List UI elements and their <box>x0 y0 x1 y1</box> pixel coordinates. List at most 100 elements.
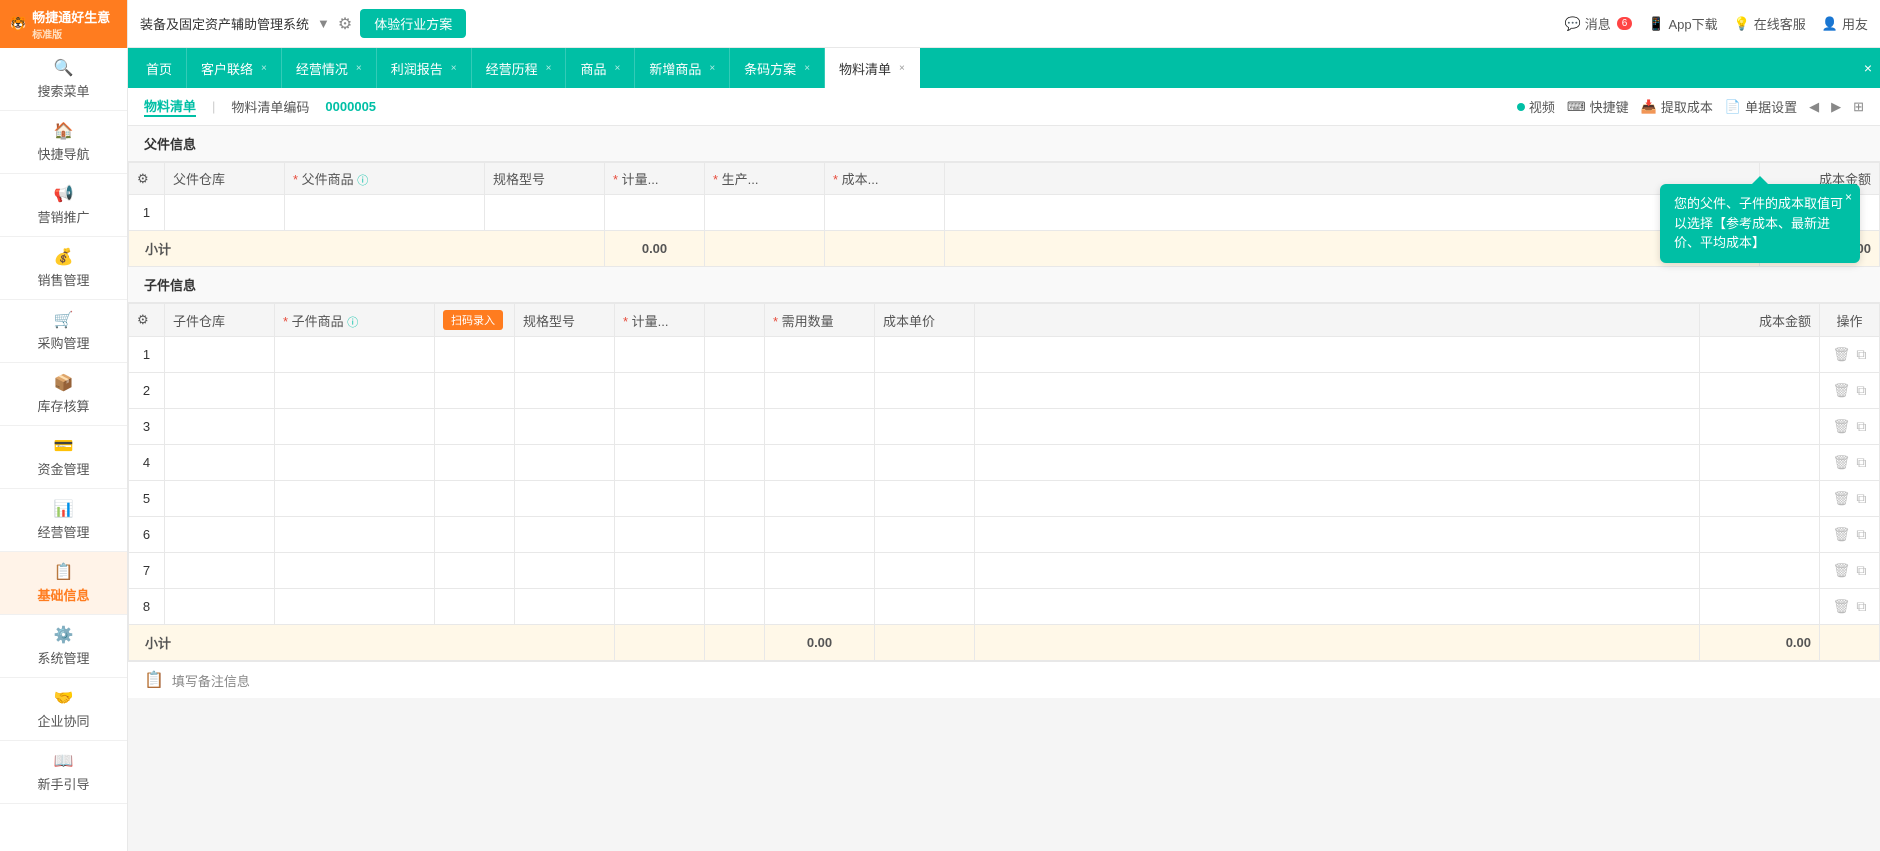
tab-goods-close[interactable]: × <box>614 63 620 74</box>
sidebar-item-sales[interactable]: 💰 销售管理 <box>0 237 127 300</box>
child-cell-qty-7[interactable] <box>615 553 705 589</box>
child-cell-spec-5[interactable] <box>515 481 615 517</box>
tab-bom[interactable]: 物料清单 × <box>825 48 920 88</box>
sidebar-item-base[interactable]: 📋 基础信息 <box>0 552 127 615</box>
child-cell-needed-3[interactable] <box>765 409 875 445</box>
child-cell-qty-3[interactable] <box>615 409 705 445</box>
sidebar-item-search[interactable]: 🔍 搜索菜单 <box>0 48 127 111</box>
sidebar-item-inventory[interactable]: 📦 库存核算 <box>0 363 127 426</box>
tab-history-close[interactable]: × <box>546 63 552 74</box>
child-cell-warehouse-7[interactable] <box>165 553 275 589</box>
tab-new-goods-close[interactable]: × <box>709 63 715 74</box>
tab-goods[interactable]: 商品 × <box>566 48 635 88</box>
tab-barcode-close[interactable]: × <box>804 63 810 74</box>
online-service-btn[interactable]: 💡 在线客服 <box>1734 14 1806 33</box>
breadcrumb-tab1[interactable]: 物料清单 <box>144 96 196 117</box>
delete-icon-4[interactable]: 🗑 <box>1833 454 1851 471</box>
copy-icon-2[interactable]: ⧉ <box>1856 382 1866 399</box>
child-cell-product-8[interactable] <box>275 589 435 625</box>
parent-cell-warehouse-1[interactable] <box>165 195 285 231</box>
child-cell-warehouse-8[interactable] <box>165 589 275 625</box>
child-cell-qty-6[interactable] <box>615 517 705 553</box>
child-cell-unitcost-5[interactable] <box>875 481 975 517</box>
breadcrumb-tab2[interactable]: 物料清单编码 <box>231 97 309 116</box>
child-cell-needed-2[interactable] <box>765 373 875 409</box>
prev-icon[interactable]: ◀ <box>1809 99 1819 115</box>
page-close-btn[interactable]: × <box>1856 60 1880 76</box>
parent-col-settings[interactable]: ⚙ <box>129 163 165 195</box>
cost-btn[interactable]: 📥 提取成本 <box>1641 97 1713 116</box>
sidebar-item-finance[interactable]: 💳 资金管理 <box>0 426 127 489</box>
next-icon[interactable]: ▶ <box>1831 99 1841 115</box>
copy-icon-6[interactable]: ⧉ <box>1856 526 1866 543</box>
copy-icon-4[interactable]: ⧉ <box>1856 454 1866 471</box>
settings-icon[interactable]: ⚙ <box>338 14 352 34</box>
parent-cell-cost-1[interactable] <box>825 195 945 231</box>
copy-icon-8[interactable]: ⧉ <box>1856 598 1866 615</box>
tab-profit[interactable]: 利润报告 × <box>377 48 472 88</box>
copy-icon-5[interactable]: ⧉ <box>1856 490 1866 507</box>
delete-icon-8[interactable]: 🗑 <box>1833 598 1851 615</box>
child-cell-needed-6[interactable] <box>765 517 875 553</box>
parent-cell-qty-1[interactable] <box>605 195 705 231</box>
child-cell-warehouse-3[interactable] <box>165 409 275 445</box>
sidebar-item-collab[interactable]: 🤝 企业协同 <box>0 678 127 741</box>
child-cell-product-7[interactable] <box>275 553 435 589</box>
child-cell-qty-8[interactable] <box>615 589 705 625</box>
child-cell-needed-8[interactable] <box>765 589 875 625</box>
child-cell-needed-5[interactable] <box>765 481 875 517</box>
child-cell-warehouse-2[interactable] <box>165 373 275 409</box>
tab-operations-close[interactable]: × <box>356 63 362 74</box>
child-col-scan[interactable]: 扫码录入 <box>435 304 515 337</box>
copy-icon-3[interactable]: ⧉ <box>1856 418 1866 435</box>
parent-cell-product-1[interactable] <box>285 195 485 231</box>
child-cell-warehouse-1[interactable] <box>165 337 275 373</box>
child-cell-needed-4[interactable] <box>765 445 875 481</box>
child-cell-spec-6[interactable] <box>515 517 615 553</box>
child-cell-product-3[interactable] <box>275 409 435 445</box>
tab-customer-close[interactable]: × <box>261 63 267 74</box>
child-cell-unitcost-2[interactable] <box>875 373 975 409</box>
child-cell-needed-1[interactable] <box>765 337 875 373</box>
sidebar-item-marketing[interactable]: 📢 营销推广 <box>0 174 127 237</box>
child-cell-unitcost-8[interactable] <box>875 589 975 625</box>
shortcut-btn[interactable]: ⌨ 快捷键 <box>1567 97 1629 116</box>
parent-cell-spec-1[interactable] <box>485 195 605 231</box>
delete-icon-2[interactable]: 🗑 <box>1833 382 1851 399</box>
sidebar-item-quicknav[interactable]: 🏠 快捷导航 <box>0 111 127 174</box>
child-cell-spec-2[interactable] <box>515 373 615 409</box>
child-cell-unitcost-3[interactable] <box>875 409 975 445</box>
child-cell-qty-5[interactable] <box>615 481 705 517</box>
delete-icon-6[interactable]: 🗑 <box>1833 526 1851 543</box>
delete-icon-1[interactable]: 🗑 <box>1833 346 1851 363</box>
child-cell-product-1[interactable] <box>275 337 435 373</box>
tab-new-goods[interactable]: 新增商品 × <box>635 48 730 88</box>
tooltip-close-btn[interactable]: × <box>1845 188 1852 206</box>
grid-icon[interactable]: ⊞ <box>1853 99 1864 115</box>
copy-icon-7[interactable]: ⧉ <box>1856 562 1866 579</box>
tab-customer[interactable]: 客户联络 × <box>187 48 282 88</box>
child-cell-qty-1[interactable] <box>615 337 705 373</box>
parent-cell-produce-1[interactable] <box>705 195 825 231</box>
child-cell-product-5[interactable] <box>275 481 435 517</box>
bottom-hint-row[interactable]: 📋 填写备注信息 <box>128 661 1880 698</box>
sidebar-item-purchase[interactable]: 🛒 采购管理 <box>0 300 127 363</box>
child-cell-qty-4[interactable] <box>615 445 705 481</box>
child-cell-product-6[interactable] <box>275 517 435 553</box>
user-btn[interactable]: 👤 用友 <box>1822 14 1868 33</box>
child-cell-spec-7[interactable] <box>515 553 615 589</box>
child-cell-spec-1[interactable] <box>515 337 615 373</box>
delete-icon-5[interactable]: 🗑 <box>1833 490 1851 507</box>
child-cell-product-2[interactable] <box>275 373 435 409</box>
delete-icon-7[interactable]: 🗑 <box>1833 562 1851 579</box>
tab-home[interactable]: 首页 <box>132 48 187 88</box>
child-cell-unitcost-1[interactable] <box>875 337 975 373</box>
child-cell-spec-4[interactable] <box>515 445 615 481</box>
messages-btn[interactable]: 💬 消息 6 <box>1565 14 1633 33</box>
copy-icon-1[interactable]: ⧉ <box>1856 346 1866 363</box>
child-cell-qty-2[interactable] <box>615 373 705 409</box>
settings-btn[interactable]: 📄 单据设置 <box>1725 97 1797 116</box>
child-cell-warehouse-6[interactable] <box>165 517 275 553</box>
app-download-btn[interactable]: 📱 App下载 <box>1648 14 1717 33</box>
tab-bom-close[interactable]: × <box>899 63 905 74</box>
